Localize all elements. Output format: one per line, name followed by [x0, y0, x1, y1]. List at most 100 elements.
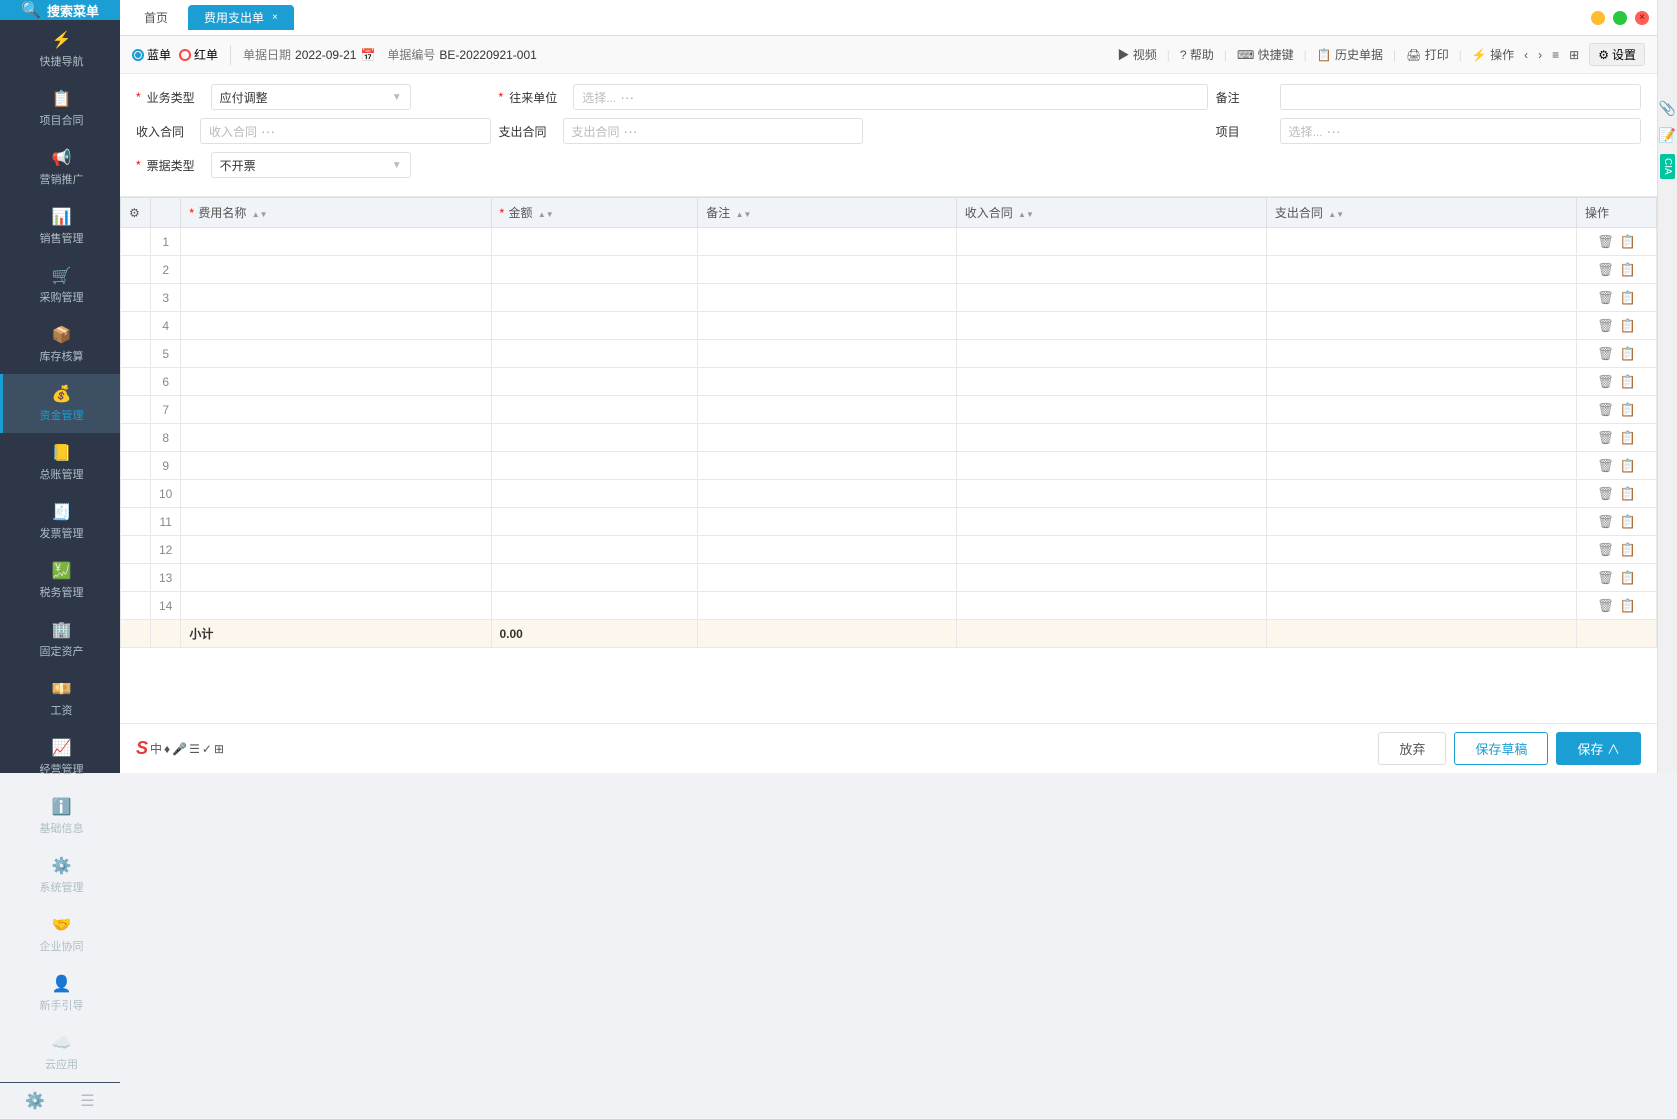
remark-input[interactable] [1280, 84, 1641, 110]
sidebar-item-cloud[interactable]: ☁️ 云应用 [0, 1023, 120, 1082]
delete-icon[interactable]: 🗑 [1597, 234, 1614, 250]
expense-contract-cell[interactable] [1266, 396, 1576, 424]
save-button[interactable]: 保存 ∧ [1556, 732, 1641, 765]
income-contract-cell[interactable] [956, 396, 1266, 424]
th-income-contract[interactable]: 收入合同 ▲▼ [956, 198, 1266, 228]
delete-icon[interactable]: 🗑 [1597, 430, 1614, 446]
expense-name-cell[interactable] [181, 536, 491, 564]
copy-icon[interactable]: 📋 [1620, 402, 1636, 418]
settings-footer-icon[interactable]: ⚙️ [25, 1091, 45, 1111]
counterpart-dots-icon[interactable]: ··· [620, 89, 634, 105]
sidebar-item-sales[interactable]: 📊 销售管理 [0, 197, 120, 256]
ops-btn[interactable]: ⚡ 操作 [1472, 46, 1514, 63]
project-dots-icon[interactable]: ··· [1327, 123, 1341, 139]
sidebar-item-invoice[interactable]: 🧾 发票管理 [0, 492, 120, 551]
nav-prev-btn[interactable]: ‹ [1524, 48, 1528, 62]
amount-cell[interactable] [491, 396, 698, 424]
th-settings[interactable]: ⚙ [121, 198, 151, 228]
remark-cell[interactable] [698, 536, 956, 564]
remark-cell[interactable] [698, 508, 956, 536]
remark-cell[interactable] [698, 592, 956, 620]
copy-icon[interactable]: 📋 [1620, 598, 1636, 614]
sidebar-item-capital[interactable]: 💰 资金管理 [0, 374, 120, 433]
help-btn[interactable]: ? 帮助 [1180, 46, 1214, 63]
nav-next-btn[interactable]: › [1538, 48, 1542, 62]
date-value[interactable]: 2022-09-21 [295, 48, 356, 62]
income-contract-cell[interactable] [956, 228, 1266, 256]
copy-icon[interactable]: 📋 [1620, 234, 1636, 250]
amount-cell[interactable] [491, 256, 698, 284]
copy-icon[interactable]: 📋 [1620, 346, 1636, 362]
radio-blue[interactable]: 蓝单 [132, 46, 171, 63]
delete-icon[interactable]: 🗑 [1597, 374, 1614, 390]
sidebar-item-fixed-assets[interactable]: 🏢 固定资产 [0, 610, 120, 669]
sidebar-item-quick-nav[interactable]: ⚡ 快捷导航 [0, 20, 120, 79]
remark-cell[interactable] [698, 312, 956, 340]
income-contract-cell[interactable] [956, 312, 1266, 340]
business-type-select[interactable]: 应付调整 ▼ [211, 84, 411, 110]
radio-red[interactable]: 红单 [179, 46, 218, 63]
remark-cell[interactable] [698, 424, 956, 452]
tab-close-icon[interactable]: × [272, 12, 278, 23]
delete-icon[interactable]: 🗑 [1597, 570, 1614, 586]
income-contract-cell[interactable] [956, 592, 1266, 620]
sidebar-item-purchase[interactable]: 🛒 采购管理 [0, 256, 120, 315]
income-contract-cell[interactable] [956, 564, 1266, 592]
expense-name-cell[interactable] [181, 340, 491, 368]
expense-contract-cell[interactable] [1266, 508, 1576, 536]
video-btn[interactable]: ▶ 视频 [1117, 46, 1156, 63]
copy-icon[interactable]: 📋 [1620, 570, 1636, 586]
income-contract-cell[interactable] [956, 256, 1266, 284]
expense-name-cell[interactable] [181, 424, 491, 452]
income-contract-cell[interactable] [956, 284, 1266, 312]
income-contract-cell[interactable] [956, 340, 1266, 368]
save-draft-button[interactable]: 保存草稿 [1454, 732, 1548, 765]
note-icon[interactable]: 📝 [1659, 127, 1676, 144]
amount-cell[interactable] [491, 536, 698, 564]
expense-contract-cell[interactable] [1266, 256, 1576, 284]
sidebar-item-tax[interactable]: 💹 税务管理 [0, 551, 120, 610]
expense-contract-cell[interactable] [1266, 592, 1576, 620]
expense-contract-cell[interactable] [1266, 480, 1576, 508]
th-remark[interactable]: 备注 ▲▼ [698, 198, 956, 228]
expense-contract-cell[interactable] [1266, 452, 1576, 480]
amount-cell[interactable] [491, 508, 698, 536]
expense-name-cell[interactable] [181, 312, 491, 340]
expense-name-cell[interactable] [181, 564, 491, 592]
expense-name-cell[interactable] [181, 452, 491, 480]
delete-icon[interactable]: 🗑 [1597, 262, 1614, 278]
view-grid-btn[interactable]: ⊞ [1569, 48, 1579, 62]
delete-icon[interactable]: 🗑 [1597, 486, 1614, 502]
income-dots-icon[interactable]: ··· [261, 123, 275, 139]
income-contract-cell[interactable] [956, 508, 1266, 536]
sidebar-item-new-user[interactable]: 👤 新手引导 [0, 964, 120, 1023]
sidebar-item-sys-mgmt[interactable]: ⚙️ 系统管理 [0, 846, 120, 905]
copy-icon[interactable]: 📋 [1620, 542, 1636, 558]
remark-cell[interactable] [698, 228, 956, 256]
print-btn[interactable]: 🖨 打印 [1406, 46, 1449, 63]
expense-contract-cell[interactable] [1266, 228, 1576, 256]
copy-icon[interactable]: 📋 [1620, 458, 1636, 474]
remark-cell[interactable] [698, 284, 956, 312]
expense-contract-cell[interactable] [1266, 424, 1576, 452]
income-contract-cell[interactable] [956, 480, 1266, 508]
th-amount[interactable]: * 金额 ▲▼ [491, 198, 698, 228]
sidebar-item-basic-info[interactable]: ℹ️ 基础信息 [0, 787, 120, 846]
copy-icon[interactable]: 📋 [1620, 290, 1636, 306]
sidebar-item-ops[interactable]: 📈 经营管理 [0, 728, 120, 787]
copy-icon[interactable]: 📋 [1620, 430, 1636, 446]
amount-cell[interactable] [491, 480, 698, 508]
tab-expense[interactable]: 费用支出单 × [188, 5, 294, 30]
expense-contract-cell[interactable] [1266, 340, 1576, 368]
remark-cell[interactable] [698, 452, 956, 480]
copy-icon[interactable]: 📋 [1620, 486, 1636, 502]
remark-cell[interactable] [698, 480, 956, 508]
remark-cell[interactable] [698, 396, 956, 424]
amount-cell[interactable] [491, 312, 698, 340]
menu-footer-icon[interactable]: ☰ [80, 1091, 94, 1111]
shortcut-btn[interactable]: ⌨ 快捷键 [1237, 46, 1294, 63]
expense-contract-input[interactable]: 支出合同 ··· [563, 118, 863, 144]
income-contract-cell[interactable] [956, 368, 1266, 396]
set-button[interactable]: ⚙ 设置 [1589, 43, 1645, 66]
sidebar-item-general-ledger[interactable]: 📒 总账管理 [0, 433, 120, 492]
